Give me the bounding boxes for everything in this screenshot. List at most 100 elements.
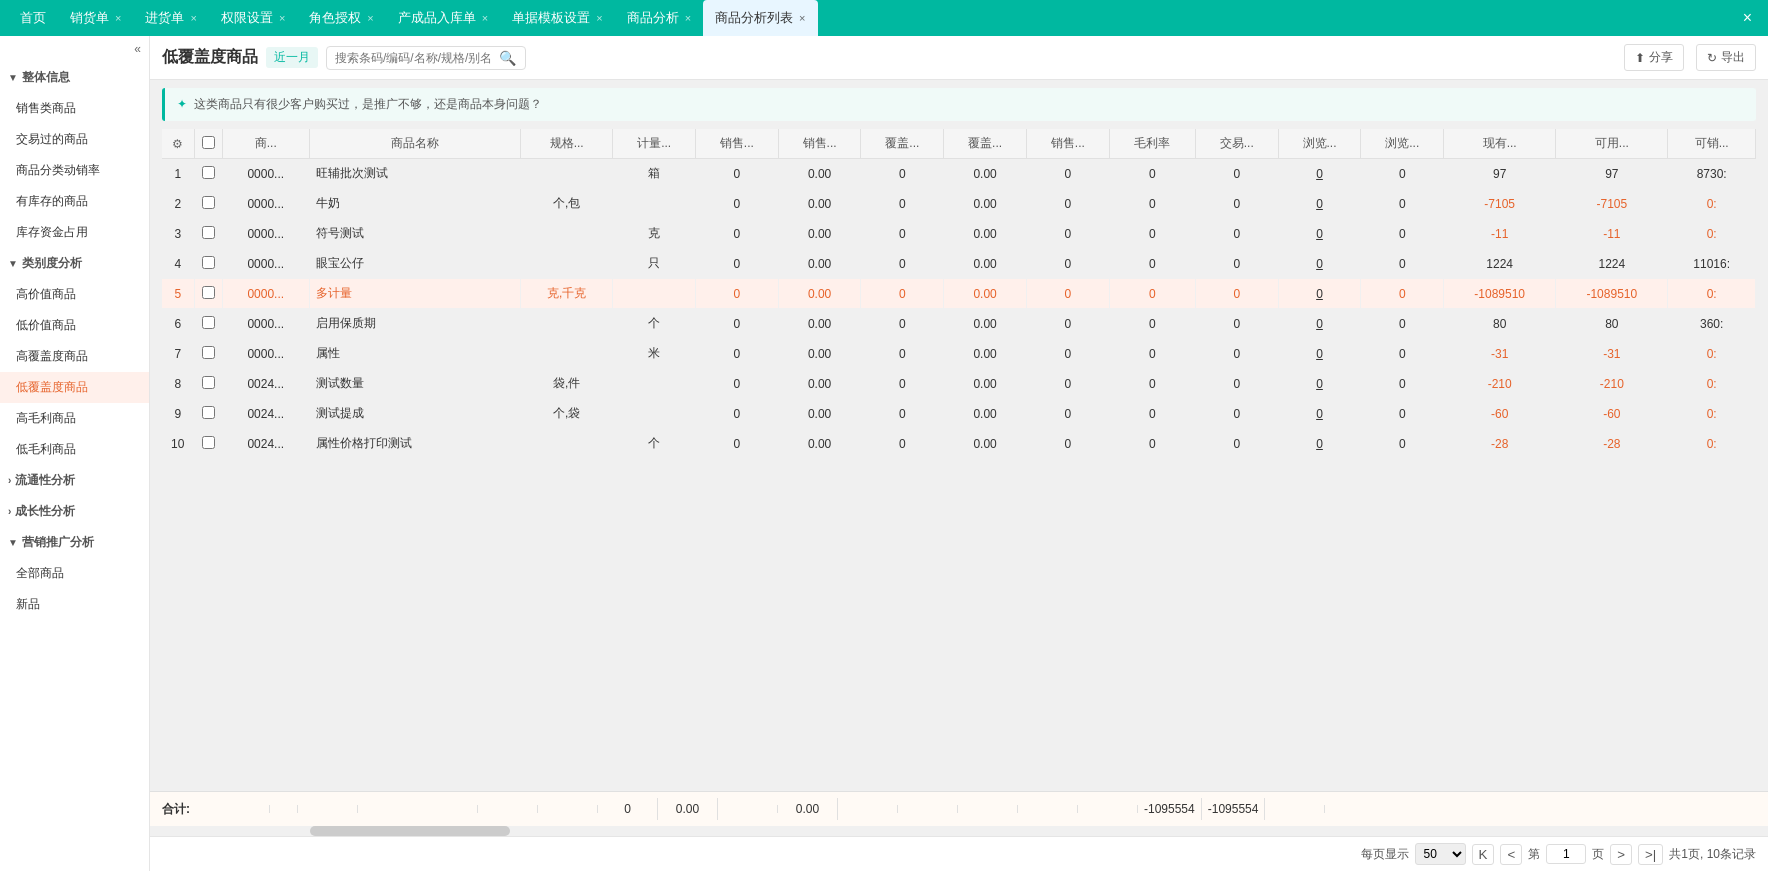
row-checkbox[interactable]: [202, 436, 215, 449]
horizontal-scrollbar[interactable]: [150, 826, 1768, 836]
browse-link[interactable]: 0: [1316, 257, 1323, 271]
nav-template[interactable]: 单据模板设置 ×: [500, 0, 614, 36]
row-checkbox[interactable]: [202, 406, 215, 419]
next-page-button[interactable]: >: [1610, 844, 1632, 865]
nav-role-close[interactable]: ×: [367, 0, 373, 36]
cell-browse1[interactable]: 0: [1278, 249, 1361, 279]
first-page-button[interactable]: K: [1472, 844, 1495, 865]
per-page-select[interactable]: 50 100 200: [1415, 843, 1466, 865]
cell-browse1[interactable]: 0: [1278, 399, 1361, 429]
sidebar-item-all-goods[interactable]: 全部商品: [0, 558, 149, 589]
nav-purchase-close[interactable]: ×: [190, 0, 196, 36]
search-icon[interactable]: 🔍: [499, 50, 516, 66]
cell-checkbox[interactable]: [194, 279, 222, 309]
row-checkbox[interactable]: [202, 166, 215, 179]
search-box[interactable]: 🔍: [326, 46, 526, 70]
row-checkbox[interactable]: [202, 226, 215, 239]
sidebar-item-low-coverage[interactable]: 低覆盖度商品: [0, 372, 149, 403]
scrollbar-thumb[interactable]: [310, 826, 510, 836]
nav-sales[interactable]: 销货单 ×: [58, 0, 133, 36]
nav-permission-close[interactable]: ×: [279, 0, 285, 36]
sidebar-item-new-goods[interactable]: 新品: [0, 589, 149, 620]
row-checkbox[interactable]: [202, 286, 215, 299]
browse-link[interactable]: 0: [1316, 197, 1323, 211]
sidebar-section-flow[interactable]: › 流通性分析: [0, 465, 149, 496]
cell-browse1[interactable]: 0: [1278, 189, 1361, 219]
total-label: 共1页, 10条记录: [1669, 846, 1756, 863]
browse-link[interactable]: 0: [1316, 377, 1323, 391]
browse-link[interactable]: 0: [1316, 347, 1323, 361]
browse-link[interactable]: 0: [1316, 437, 1323, 451]
col-checkbox[interactable]: [194, 129, 222, 159]
nav-product-stock-close[interactable]: ×: [482, 0, 488, 36]
sidebar-item-stock-capital[interactable]: 库存资金占用: [0, 217, 149, 248]
browse-link[interactable]: 0: [1316, 167, 1323, 181]
nav-template-close[interactable]: ×: [596, 0, 602, 36]
nav-sales-close[interactable]: ×: [115, 0, 121, 36]
settings-icon[interactable]: ⚙: [172, 137, 183, 151]
cell-browse1[interactable]: 0: [1278, 309, 1361, 339]
cell-checkbox[interactable]: [194, 249, 222, 279]
browse-link[interactable]: 0: [1316, 407, 1323, 421]
sidebar-item-sales-goods[interactable]: 销售类商品: [0, 93, 149, 124]
search-input[interactable]: [335, 51, 495, 65]
sidebar-item-category-rate[interactable]: 商品分类动销率: [0, 155, 149, 186]
nav-permission[interactable]: 权限设置 ×: [209, 0, 297, 36]
browse-link[interactable]: 0: [1316, 317, 1323, 331]
period-tag[interactable]: 近一月: [266, 47, 318, 68]
cell-browse1[interactable]: 0: [1278, 339, 1361, 369]
nav-role[interactable]: 角色授权 ×: [297, 0, 385, 36]
cell-browse1[interactable]: 0: [1278, 219, 1361, 249]
cell-browse1[interactable]: 0: [1278, 279, 1361, 309]
sidebar-collapse-button[interactable]: «: [0, 36, 149, 62]
cell-checkbox[interactable]: [194, 159, 222, 189]
sidebar-section-overall[interactable]: ▼ 整体信息: [0, 62, 149, 93]
sidebar-item-low-value[interactable]: 低价值商品: [0, 310, 149, 341]
prev-page-button[interactable]: <: [1500, 844, 1522, 865]
cell-code: 0000...: [222, 189, 309, 219]
cell-checkbox[interactable]: [194, 339, 222, 369]
last-page-button[interactable]: >|: [1638, 844, 1663, 865]
browse-link[interactable]: 0: [1316, 227, 1323, 241]
page-input[interactable]: [1546, 844, 1586, 864]
share-button[interactable]: ⬆ 分享: [1624, 44, 1684, 71]
cell-checkbox[interactable]: [194, 309, 222, 339]
cell-checkbox[interactable]: [194, 219, 222, 249]
sidebar-item-traded-goods[interactable]: 交易过的商品: [0, 124, 149, 155]
cell-checkbox[interactable]: [194, 369, 222, 399]
cell-checkbox[interactable]: [194, 429, 222, 459]
cell-checkbox[interactable]: [194, 189, 222, 219]
sidebar-item-stocked-goods[interactable]: 有库存的商品: [0, 186, 149, 217]
sidebar-item-high-margin[interactable]: 高毛利商品: [0, 403, 149, 434]
nav-analysis-list[interactable]: 商品分析列表 ×: [703, 0, 817, 36]
sidebar-section-marketing[interactable]: ▼ 营销推广分析: [0, 527, 149, 558]
nav-analysis-close[interactable]: ×: [685, 0, 691, 36]
select-all-checkbox[interactable]: [202, 136, 215, 149]
cell-checkbox[interactable]: [194, 399, 222, 429]
nav-product-stock[interactable]: 产成品入库单 ×: [386, 0, 500, 36]
sidebar-item-low-margin[interactable]: 低毛利商品: [0, 434, 149, 465]
row-checkbox[interactable]: [202, 196, 215, 209]
row-checkbox[interactable]: [202, 256, 215, 269]
nav-analysis[interactable]: 商品分析 ×: [615, 0, 703, 36]
window-close-button[interactable]: ×: [1735, 9, 1760, 27]
nav-home[interactable]: 首页: [8, 0, 58, 36]
cell-browse1[interactable]: 0: [1278, 369, 1361, 399]
nav-purchase[interactable]: 进货单 ×: [133, 0, 208, 36]
row-checkbox[interactable]: [202, 376, 215, 389]
sidebar-section-growth[interactable]: › 成长性分析: [0, 496, 149, 527]
col-settings[interactable]: ⚙: [162, 129, 194, 159]
row-checkbox[interactable]: [202, 316, 215, 329]
export-button[interactable]: ↻ 导出: [1696, 44, 1756, 71]
col-current: 现有...: [1444, 129, 1556, 159]
cell-cover1: 0: [861, 339, 944, 369]
sidebar-item-high-value[interactable]: 高价值商品: [0, 279, 149, 310]
browse-link[interactable]: 0: [1316, 287, 1323, 301]
sidebar-section-category[interactable]: ▼ 类别度分析: [0, 248, 149, 279]
row-checkbox[interactable]: [202, 346, 215, 359]
table-footer: 合计: 0 0.00 0.00 -1095554 -1095554: [150, 791, 1768, 826]
cell-browse1[interactable]: 0: [1278, 429, 1361, 459]
sidebar-item-high-coverage[interactable]: 高覆盖度商品: [0, 341, 149, 372]
nav-analysis-list-close[interactable]: ×: [799, 0, 805, 36]
cell-browse1[interactable]: 0: [1278, 159, 1361, 189]
